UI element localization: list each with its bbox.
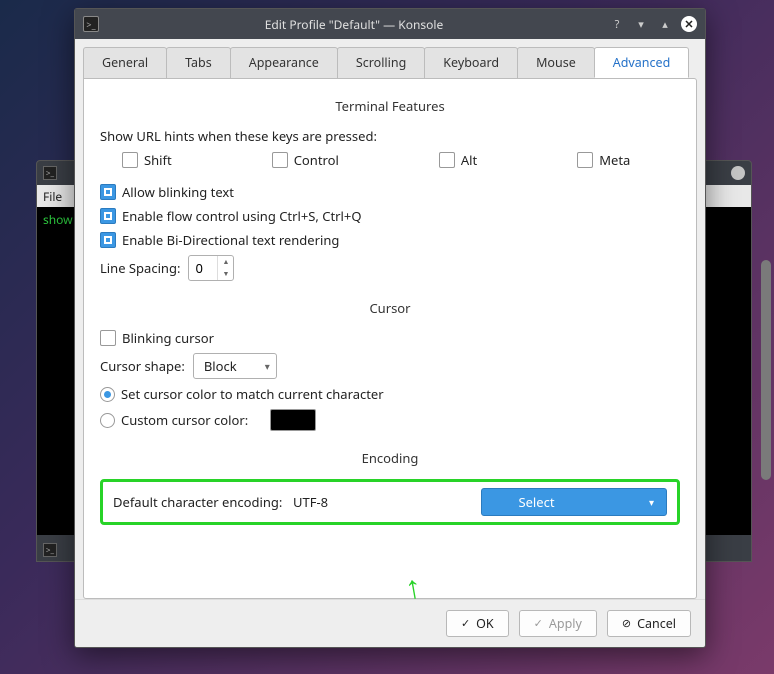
checkbox-meta[interactable]: Meta — [577, 151, 630, 169]
bg-menu-file[interactable]: File — [43, 188, 62, 205]
check-icon: ✓ — [461, 616, 470, 631]
chevron-down-icon: ▾ — [265, 359, 270, 373]
tab-content-advanced: Terminal Features Show URL hints when th… — [83, 78, 697, 599]
check-icon: ✓ — [534, 616, 543, 631]
cancel-button[interactable]: ⊘Cancel — [607, 610, 691, 637]
radio-match-color[interactable]: Set cursor color to match current charac… — [100, 385, 384, 403]
dialog-title: Edit Profile "Default" — Konsole — [107, 16, 601, 33]
ok-button[interactable]: ✓OK — [446, 610, 509, 637]
minimize-button[interactable]: ▾ — [633, 16, 649, 32]
dialog-titlebar[interactable]: >_ Edit Profile "Default" — Konsole ? ▾ … — [75, 9, 705, 39]
encoding-value: UTF-8 — [293, 493, 481, 511]
close-button[interactable]: ✕ — [681, 16, 697, 32]
custom-color-swatch[interactable] — [270, 409, 316, 431]
spin-down-icon[interactable]: ▼ — [218, 268, 233, 280]
tab-scrolling[interactable]: Scrolling — [337, 47, 425, 78]
tab-mouse[interactable]: Mouse — [517, 47, 595, 78]
checkbox-control[interactable]: Control — [272, 151, 339, 169]
encoding-select-button[interactable]: Select ▾ — [481, 488, 667, 516]
bg-bottom-tabbar: >_ — [37, 539, 63, 561]
url-hints-label: Show URL hints when these keys are press… — [100, 127, 680, 145]
encoding-label: Default character encoding: — [113, 493, 293, 511]
profile-tabbar: General Tabs Appearance Scrolling Keyboa… — [83, 47, 697, 78]
line-spacing-input[interactable] — [189, 259, 217, 277]
bg-scrollbar[interactable] — [761, 260, 771, 480]
bg-tab-icon[interactable]: >_ — [43, 543, 57, 557]
cursor-shape-label: Cursor shape: — [100, 357, 185, 375]
tab-keyboard[interactable]: Keyboard — [424, 47, 518, 78]
cancel-icon: ⊘ — [622, 616, 631, 631]
dialog-footer: ✓OK ✓Apply ⊘Cancel — [75, 599, 705, 647]
bg-close-icon[interactable] — [731, 166, 745, 180]
line-spacing-label: Line Spacing: — [100, 259, 180, 277]
spin-up-icon[interactable]: ▲ — [218, 256, 233, 268]
checkbox-blinking-cursor[interactable]: Blinking cursor — [100, 329, 214, 347]
tab-general[interactable]: General — [83, 47, 167, 78]
section-cursor: Cursor — [100, 299, 680, 317]
checkbox-flow-control[interactable]: Enable flow control using Ctrl+S, Ctrl+Q — [100, 207, 362, 225]
tab-appearance[interactable]: Appearance — [230, 47, 338, 78]
section-encoding: Encoding — [100, 449, 680, 467]
checkbox-alt[interactable]: Alt — [439, 151, 477, 169]
cursor-shape-combo[interactable]: Block ▾ — [193, 353, 277, 379]
radio-custom-color[interactable]: Custom cursor color: — [100, 411, 248, 429]
tab-advanced[interactable]: Advanced — [594, 47, 690, 78]
checkbox-bidi[interactable]: Enable Bi-Directional text rendering — [100, 231, 339, 249]
bg-app-icon: >_ — [43, 166, 57, 180]
checkbox-shift[interactable]: Shift — [122, 151, 172, 169]
dialog-app-icon: >_ — [83, 16, 99, 32]
help-button[interactable]: ? — [609, 16, 625, 32]
edit-profile-dialog: >_ Edit Profile "Default" — Konsole ? ▾ … — [74, 8, 706, 648]
section-terminal-features: Terminal Features — [100, 97, 680, 115]
checkbox-allow-blinking-text[interactable]: Allow blinking text — [100, 183, 234, 201]
maximize-button[interactable]: ▴ — [657, 16, 673, 32]
tab-tabs[interactable]: Tabs — [166, 47, 231, 78]
chevron-down-icon: ▾ — [649, 495, 654, 509]
bg-term-text: show — [43, 211, 73, 228]
line-spacing-spin[interactable]: ▲▼ — [188, 255, 234, 281]
encoding-highlight-box: Default character encoding: UTF-8 Select… — [100, 479, 680, 525]
cursor-shape-value: Block — [204, 357, 237, 375]
apply-button: ✓Apply — [519, 610, 597, 637]
